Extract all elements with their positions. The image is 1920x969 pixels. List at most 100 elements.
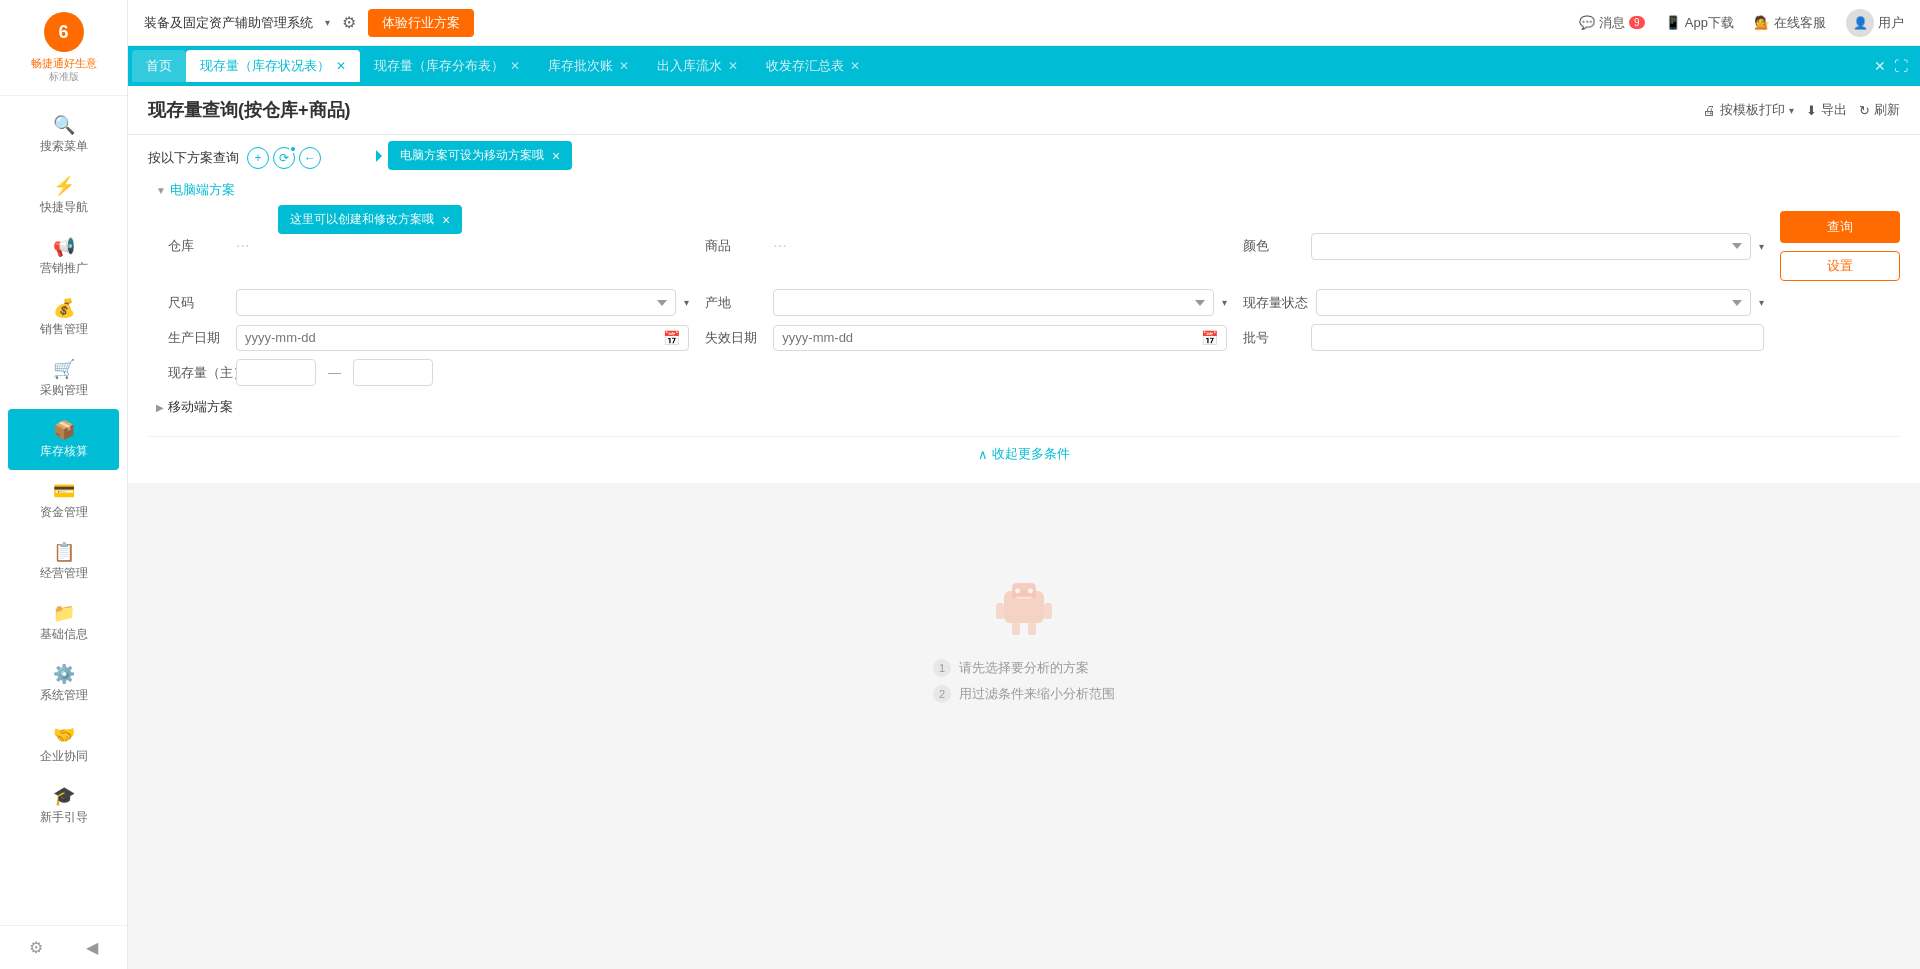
topbar: 装备及固定资产辅助管理系统 ▾ ⚙ 体验行业方案 💬 消息 9 📱 App下载 … — [128, 0, 1920, 46]
sidebar-item-finance[interactable]: 💳 资金管理 — [0, 470, 127, 531]
settings-icon[interactable]: ⚙ — [342, 13, 356, 32]
user-avatar: 👤 — [1846, 9, 1874, 37]
field-size: 尺码 ▾ — [168, 289, 689, 316]
empty-tip-1: 1 请先选择要分析的方案 — [933, 659, 1115, 677]
svg-point-2 — [1015, 589, 1020, 594]
guide-icon: 🎓 — [53, 785, 75, 807]
system-dropdown-arrow[interactable]: ▾ — [325, 17, 330, 28]
svg-rect-5 — [996, 603, 1004, 619]
tip-num-1: 1 — [933, 659, 951, 677]
goods-label: 商品 — [705, 237, 765, 255]
empty-tips: 1 请先选择要分析的方案 2 用过滤条件来缩小分析范围 — [933, 659, 1115, 703]
tab-close-inout-flow[interactable]: ✕ — [728, 60, 738, 72]
tab-home[interactable]: 首页 — [132, 50, 186, 82]
message-btn[interactable]: 💬 消息 9 — [1579, 14, 1645, 32]
size-dropdown-icon: ▾ — [684, 297, 689, 308]
set-btn[interactable]: 设置 — [1780, 251, 1900, 281]
origin-dropdown-icon: ▾ — [1222, 297, 1227, 308]
industry-btn[interactable]: 体验行业方案 — [368, 9, 474, 37]
svg-rect-6 — [1044, 603, 1052, 619]
refresh-btn[interactable]: ↻ 刷新 — [1859, 101, 1900, 119]
sidebar-item-sales[interactable]: 💰 销售管理 — [0, 287, 127, 348]
tab-close-inventory-dist[interactable]: ✕ — [510, 60, 520, 72]
produce-date-calendar-icon[interactable]: 📅 — [663, 330, 680, 346]
svg-rect-8 — [1028, 623, 1036, 635]
origin-select[interactable] — [773, 289, 1213, 316]
sidebar-item-search[interactable]: 🔍 搜索菜单 — [0, 104, 127, 165]
sidebar-item-operations[interactable]: 📋 经营管理 — [0, 531, 127, 592]
sidebar-item-purchase[interactable]: 🛒 采购管理 — [0, 348, 127, 409]
scheme-item-pc[interactable]: ▼ 电脑端方案 — [148, 177, 1900, 203]
tab-receive-summary[interactable]: 收发存汇总表 ✕ — [752, 50, 874, 82]
expire-date-calendar-icon[interactable]: 📅 — [1201, 330, 1218, 346]
sidebar-item-enterprise[interactable]: 🤝 企业协同 — [0, 714, 127, 775]
sidebar-item-inventory[interactable]: 📦 库存核算 — [8, 409, 119, 470]
tab-inout-flow[interactable]: 出入库流水 ✕ — [643, 50, 752, 82]
logo-icon: 6 — [44, 12, 84, 52]
sidebar-item-basic[interactable]: 📁 基础信息 — [0, 592, 127, 653]
sidebar-item-marketing[interactable]: 📢 营销推广 — [0, 226, 127, 287]
settings-footer-btn[interactable]: ⚙ — [29, 938, 43, 957]
topbar-right: 💬 消息 9 📱 App下载 💁 在线客服 👤 用户 — [1579, 9, 1904, 37]
refresh-scheme-btn[interactable]: ⟳ — [273, 147, 295, 169]
goods-dots[interactable]: ··· — [773, 237, 786, 255]
color-select[interactable] — [1311, 233, 1751, 260]
svg-rect-4 — [1016, 597, 1032, 599]
message-icon: 💬 — [1579, 15, 1595, 30]
app-download-btn[interactable]: 📱 App下载 — [1665, 14, 1734, 32]
stock-status-label: 现存量状态 — [1243, 294, 1308, 312]
tab-close-batch-account[interactable]: ✕ — [619, 60, 629, 72]
filter-row-2: 尺码 ▾ 产地 ▾ 现存量状态 ▾ — [148, 281, 1900, 316]
expire-date-input[interactable] — [782, 330, 1196, 345]
field-color: 颜色 ▾ — [1243, 233, 1764, 260]
stock-status-select[interactable] — [1316, 289, 1751, 316]
search-btn[interactable]: 查询 — [1780, 211, 1900, 243]
sidebar-menu: 🔍 搜索菜单 ⚡ 快捷导航 📢 营销推广 💰 销售管理 🛒 采购管理 📦 库存核… — [0, 96, 127, 925]
tab-inventory-status[interactable]: 现存量（库存状况表） ✕ — [186, 50, 360, 82]
stock-main-to[interactable] — [353, 359, 433, 386]
size-select[interactable] — [236, 289, 676, 316]
sidebar-item-guide[interactable]: 🎓 新手引导 — [0, 775, 127, 836]
stock-main-label: 现存量（主） — [168, 364, 228, 382]
tooltip2-close-btn[interactable]: × — [442, 213, 450, 227]
tip-num-2: 2 — [933, 685, 951, 703]
produce-date-input-wrap: 📅 — [236, 325, 689, 351]
tab-inventory-dist[interactable]: 现存量（库存分布表） ✕ — [360, 50, 534, 82]
tab-batch-account[interactable]: 库存批次账 ✕ — [534, 50, 643, 82]
print-dropdown-icon[interactable]: ▾ — [1789, 105, 1794, 116]
enterprise-icon: 🤝 — [53, 724, 75, 746]
stock-main-from[interactable] — [236, 359, 316, 386]
print-btn[interactable]: 🖨 按模板打印 ▾ — [1703, 101, 1794, 119]
filter-header: 按以下方案查询 + ⟳ ← 电脑方案可设为移动方案哦 × — [148, 135, 1900, 177]
finance-icon: 💳 — [53, 480, 75, 502]
tab-close-all-btn[interactable]: ✕ — [1874, 58, 1886, 74]
tab-fullscreen-btn[interactable]: ⛶ — [1894, 58, 1908, 74]
system-icon: ⚙️ — [53, 663, 75, 685]
online-service-btn[interactable]: 💁 在线客服 — [1754, 14, 1826, 32]
collapse-sidebar-btn[interactable]: ◀ — [86, 938, 98, 957]
search-btn-area: 查询 设置 — [1780, 211, 1900, 281]
field-produce-date: 生产日期 📅 — [168, 325, 689, 351]
export-btn[interactable]: ⬇ 导出 — [1806, 101, 1847, 119]
batch-input[interactable] — [1311, 324, 1764, 351]
produce-date-input[interactable] — [245, 330, 659, 345]
tab-close-inventory-status[interactable]: ✕ — [336, 60, 346, 72]
field-expire-date: 失效日期 📅 — [705, 325, 1226, 351]
add-scheme-btn[interactable]: + — [247, 147, 269, 169]
back-scheme-btn[interactable]: ← — [299, 147, 321, 169]
sidebar-item-quick[interactable]: ⚡ 快捷导航 — [0, 165, 127, 226]
warehouse-dots[interactable]: ··· — [236, 237, 249, 255]
dot-indicator — [289, 145, 297, 153]
collapse-more-btn[interactable]: ∧ 收起更多条件 — [148, 436, 1900, 471]
logo-text: 畅捷通好生意 标准版 — [31, 56, 97, 83]
user-btn[interactable]: 👤 用户 — [1846, 9, 1904, 37]
filter-label: 按以下方案查询 — [148, 149, 239, 167]
sidebar-item-system[interactable]: ⚙️ 系统管理 — [0, 653, 127, 714]
range-sep: — — [328, 365, 341, 380]
tab-close-receive-summary[interactable]: ✕ — [850, 60, 860, 72]
color-dropdown-icon: ▾ — [1759, 241, 1764, 252]
tooltip1-close-btn[interactable]: × — [552, 149, 560, 163]
scheme-tree: ▼ 电脑端方案 这里可以创建和修改方案哦 × 仓库 ··· 商品 — [148, 177, 1900, 428]
scheme-item-mobile[interactable]: ▶ 移动端方案 — [148, 394, 1900, 420]
warehouse-label: 仓库 — [168, 237, 228, 255]
